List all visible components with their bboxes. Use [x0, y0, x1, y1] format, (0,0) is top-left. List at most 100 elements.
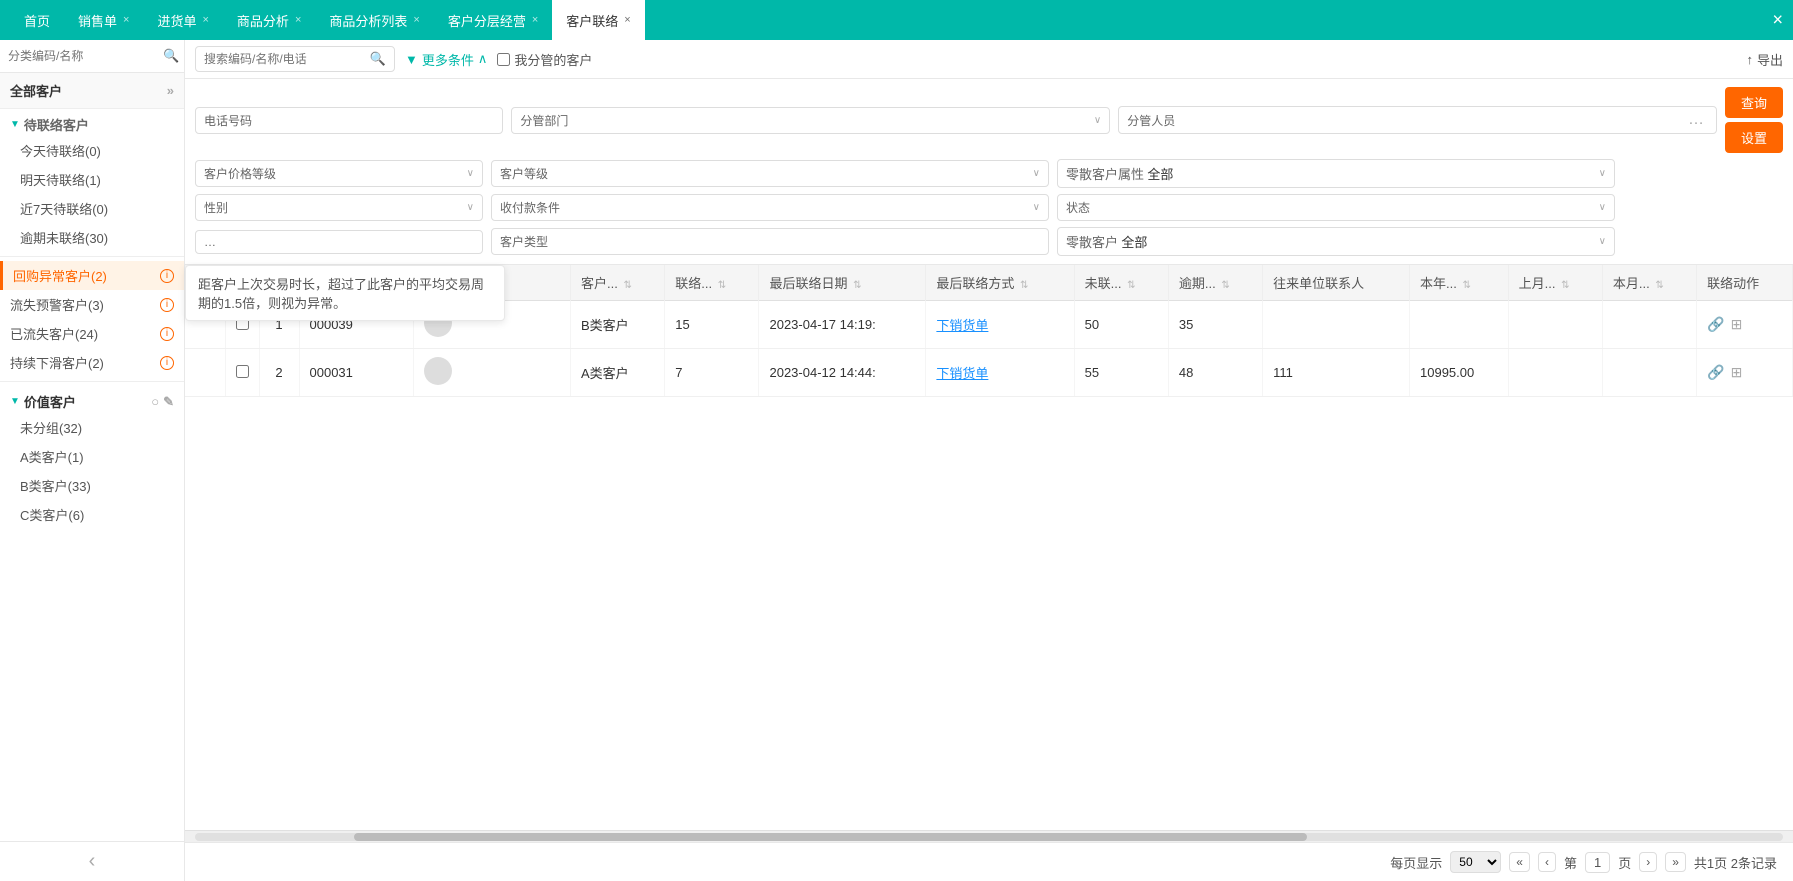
per-page-select[interactable]: 50 100 200: [1450, 851, 1501, 873]
filter-status[interactable]: 状态 ∨: [1057, 194, 1615, 221]
page-number[interactable]: 1: [1585, 852, 1610, 873]
nav-customer-contact-close-icon[interactable]: ×: [624, 14, 630, 26]
row-2-overdue: 48: [1168, 349, 1262, 397]
col-this-year[interactable]: 本年... ⇅: [1410, 265, 1509, 301]
sort-year-icon: ⇅: [1462, 280, 1470, 291]
my-customer-checkbox[interactable]: [497, 53, 510, 66]
sidebar-item-b-class[interactable]: B类客户(33): [0, 471, 184, 500]
nav-purchase-close-icon[interactable]: ×: [202, 14, 208, 26]
nav-customer-layered-close-icon[interactable]: ×: [532, 14, 538, 26]
filter-gender[interactable]: 性别 ∨: [195, 194, 483, 221]
sidebar-item-today-contact[interactable]: 今天待联络(0): [0, 136, 184, 165]
value-customer-edit-icon[interactable]: ✎: [163, 394, 174, 410]
col-action: 联络动作: [1697, 265, 1793, 301]
filter-phone[interactable]: 电话号码: [195, 107, 503, 134]
filter-more-placeholder[interactable]: …: [195, 230, 483, 254]
sidebar-search-input[interactable]: [8, 49, 163, 63]
row-2-checkbox[interactable]: [225, 349, 259, 397]
filter-customer-type[interactable]: 客户类型: [491, 228, 1049, 255]
nav-product-analysis[interactable]: 商品分析 ×: [223, 0, 315, 40]
sidebar-search-icon[interactable]: 🔍: [163, 48, 179, 64]
status-dropdown-icon: ∨: [1599, 202, 1606, 213]
col-this-month[interactable]: 本月... ⇅: [1602, 265, 1696, 301]
row-2-last-contact-method[interactable]: 下销货单: [926, 349, 1074, 397]
first-page-button[interactable]: «: [1509, 852, 1530, 872]
row-2-link-icon[interactable]: 🔗: [1707, 364, 1724, 381]
col-last-month[interactable]: 上月... ⇅: [1508, 265, 1602, 301]
row-1-grid-icon[interactable]: ⊞: [1731, 316, 1743, 333]
row-1-grade: B类客户: [571, 301, 665, 349]
sidebar-bottom-arrow[interactable]: ‹: [0, 841, 184, 881]
nav-home[interactable]: 首页: [10, 0, 64, 40]
query-button[interactable]: 查询: [1725, 87, 1783, 118]
sidebar-item-c-class[interactable]: C类客户(6): [0, 500, 184, 529]
sidebar-item-churned[interactable]: 已流失客户(24) i: [0, 319, 184, 348]
adv-filter-row-1: 电话号码 分管部门 ∨ 分管人员 … 查询 设置: [195, 87, 1783, 153]
filter-retail-attr[interactable]: 零散客户属性 全部 ∨: [1057, 159, 1615, 188]
next-page-button[interactable]: ›: [1639, 852, 1657, 872]
value-customer-refresh-icon[interactable]: ○: [151, 394, 159, 410]
col-last-contact-date[interactable]: 最后联络日期 ⇅: [759, 265, 926, 301]
nav-customer-layered[interactable]: 客户分层经营 ×: [434, 0, 552, 40]
churned-info-icon[interactable]: i: [160, 327, 174, 341]
settings-button[interactable]: 设置: [1725, 122, 1783, 153]
scrollbar-track: [195, 833, 1783, 841]
filter-retail-customer[interactable]: 零散客户 全部 ∨: [1057, 227, 1615, 256]
sidebar-item-churn-warning[interactable]: 流失预警客户(3) i: [0, 290, 184, 319]
nav-product-analysis-close-icon[interactable]: ×: [295, 14, 301, 26]
col-contact-count[interactable]: 联络... ⇅: [665, 265, 759, 301]
row-2-num: 2: [259, 349, 299, 397]
row-2-code: 000031: [299, 349, 413, 397]
prev-page-button[interactable]: ‹: [1538, 852, 1556, 872]
manager-more-icon[interactable]: …: [1684, 111, 1708, 129]
col-customer-grade[interactable]: 客户... ⇅: [571, 265, 665, 301]
sidebar-item-tomorrow-contact[interactable]: 明天待联络(1): [0, 165, 184, 194]
filter-manager[interactable]: 分管人员 …: [1118, 106, 1717, 134]
row-1-link-icon[interactable]: 🔗: [1707, 316, 1724, 333]
sidebar-item-repurchase-anomaly[interactable]: 回购异常客户(2) i: [0, 261, 184, 290]
col-last-contact-method[interactable]: 最后联络方式 ⇅: [926, 265, 1074, 301]
row-1-last-contact-method[interactable]: 下销货单: [926, 301, 1074, 349]
horizontal-scrollbar[interactable]: [185, 830, 1793, 842]
filter-my-customer[interactable]: 我分管的客户: [497, 50, 592, 69]
sidebar-collapse-icon[interactable]: »: [167, 83, 174, 98]
nav-purchase-order[interactable]: 进货单 ×: [143, 0, 222, 40]
row-2-grid-icon[interactable]: ⊞: [1731, 364, 1743, 381]
filter-search-icon[interactable]: 🔍: [370, 51, 386, 67]
filter-price-grade[interactable]: 客户价格等级 ∨: [195, 160, 483, 187]
nav-product-list-close-icon[interactable]: ×: [413, 14, 419, 26]
sidebar-item-overdue-contact[interactable]: 逾期未联络(30): [0, 223, 184, 252]
export-button[interactable]: ↑ 导出: [1746, 50, 1783, 69]
top-navigation: 首页 销售单 × 进货单 × 商品分析 × 商品分析列表 × 客户分层经营 × …: [0, 0, 1793, 40]
data-table-wrapper: ⚙ 客户编码 ⇅ 客户名称 ⇅ 客户... ⇅: [185, 265, 1793, 830]
col-unread[interactable]: 未联... ⇅: [1074, 265, 1168, 301]
sidebar-group-pending-contact[interactable]: ▼ 待联络客户: [0, 109, 184, 136]
sidebar-item-unclassified[interactable]: 未分组(32): [0, 413, 184, 442]
last-page-button[interactable]: »: [1665, 852, 1686, 872]
col-unit-contact: 往来单位联系人: [1263, 265, 1410, 301]
repurchase-anomaly-info-icon[interactable]: i: [160, 269, 174, 283]
sidebar-value-customer-header[interactable]: ▼ 价值客户 ○ ✎: [0, 386, 184, 413]
scrollbar-thumb[interactable]: [354, 833, 1307, 841]
filter-customer-grade[interactable]: 客户等级 ∨: [491, 160, 1049, 187]
sidebar-search-box: 🔍: [0, 40, 184, 73]
nav-sales-close-icon[interactable]: ×: [123, 14, 129, 26]
filter-more-conditions[interactable]: ▼ 更多条件 ∧: [405, 50, 487, 69]
sidebar-item-declining[interactable]: 持续下滑客户(2) i: [0, 348, 184, 377]
filter-payment[interactable]: 收付款条件 ∨: [491, 194, 1049, 221]
filter-dept[interactable]: 分管部门 ∨: [511, 107, 1110, 134]
col-overdue[interactable]: 逾期... ⇅: [1168, 265, 1262, 301]
churn-warning-info-icon[interactable]: i: [160, 298, 174, 312]
declining-info-icon[interactable]: i: [160, 356, 174, 370]
sidebar-item-7day-contact[interactable]: 近7天待联络(0): [0, 194, 184, 223]
filter-search-input[interactable]: [204, 52, 370, 66]
sidebar-item-a-class[interactable]: A类客户(1): [0, 442, 184, 471]
nav-customer-contact[interactable]: 客户联络 ×: [552, 0, 644, 40]
row-2-select-checkbox[interactable]: [236, 365, 249, 378]
window-close-icon[interactable]: ×: [1772, 10, 1783, 31]
page-suffix: 页: [1618, 853, 1631, 872]
per-page-label: 每页显示: [1390, 853, 1442, 872]
row-2-action: 🔗 ⊞: [1697, 349, 1793, 397]
nav-product-analysis-list[interactable]: 商品分析列表 ×: [315, 0, 433, 40]
nav-sales-order[interactable]: 销售单 ×: [64, 0, 143, 40]
